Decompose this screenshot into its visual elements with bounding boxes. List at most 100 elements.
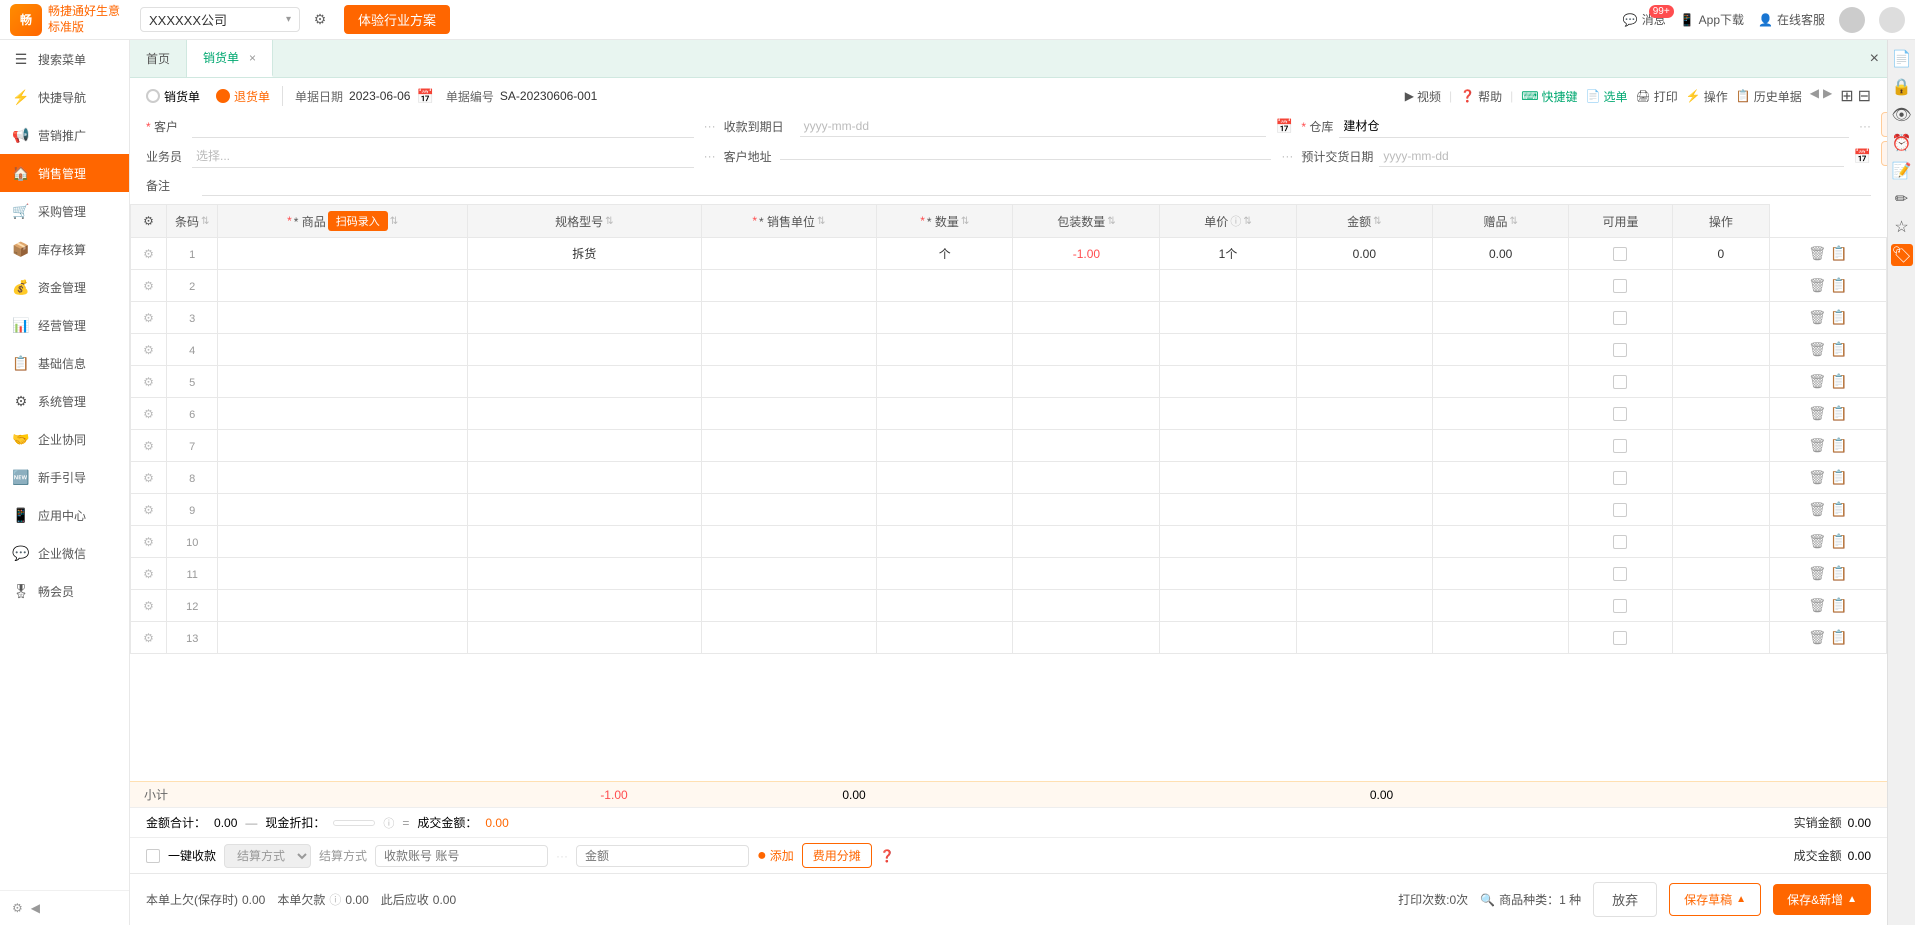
row-spec[interactable]	[701, 590, 876, 622]
row-gift[interactable]	[1569, 270, 1672, 302]
row-barcode[interactable]	[218, 590, 467, 622]
sidebar-item-enterprise[interactable]: 🤝 企业协同	[0, 420, 129, 458]
copy-row-icon[interactable]: 📋	[1830, 629, 1847, 646]
row-qty[interactable]: -1.00	[1013, 238, 1160, 270]
row-settings-icon[interactable]: ⚙	[143, 631, 154, 645]
delete-row-icon[interactable]: 🗑	[1808, 533, 1826, 550]
row-settings-icon[interactable]: ⚙	[143, 343, 154, 357]
row-unit[interactable]: 个	[877, 238, 1013, 270]
row-gift[interactable]	[1569, 590, 1672, 622]
gift-checkbox[interactable]	[1613, 535, 1627, 549]
row-spec[interactable]	[701, 398, 876, 430]
row-settings-icon[interactable]: ⚙	[143, 535, 154, 549]
row-gift[interactable]	[1569, 622, 1672, 654]
row-barcode[interactable]	[218, 494, 467, 526]
sidebar-item-operations[interactable]: 📊 经营管理	[0, 306, 129, 344]
sidebar-item-quick-nav[interactable]: ⚡ 快捷导航	[0, 78, 129, 116]
expense-split-btn[interactable]: 费用分摊	[802, 843, 872, 868]
side-panel-btn6[interactable]: ✏	[1891, 188, 1913, 210]
side-panel-btn5[interactable]: 📝	[1891, 160, 1913, 182]
row-unit-price[interactable]	[1296, 622, 1432, 654]
row-amount[interactable]	[1433, 366, 1569, 398]
payment-calendar-icon[interactable]: 📅	[1276, 118, 1293, 135]
row-unit[interactable]	[877, 430, 1013, 462]
delete-row-icon[interactable]: 🗑	[1808, 373, 1826, 390]
sort-spec-icon[interactable]: ⇅	[605, 216, 613, 227]
sidebar-item-basics[interactable]: 📋 基础信息	[0, 344, 129, 382]
row-pack-qty[interactable]	[1160, 270, 1296, 302]
gift-checkbox[interactable]	[1613, 311, 1627, 325]
info-price-icon[interactable]: ⓘ	[1230, 213, 1241, 229]
row-gift[interactable]	[1569, 526, 1672, 558]
gift-checkbox[interactable]	[1613, 567, 1627, 581]
customer-more-icon[interactable]: ···	[704, 119, 716, 133]
row-product[interactable]	[467, 366, 701, 398]
side-panel-btn3[interactable]: 👁	[1891, 104, 1913, 126]
sidebar-item-finance[interactable]: 💰 资金管理	[0, 268, 129, 306]
payment-date-input[interactable]: yyyy-mm-dd	[800, 116, 1266, 137]
settings-icon[interactable]: ⚙	[306, 6, 334, 34]
row-gift[interactable]	[1569, 366, 1672, 398]
row-spec[interactable]	[701, 334, 876, 366]
settings-button[interactable]: ⚙ ⚙ 设置	[1881, 112, 1887, 137]
row-gift[interactable]	[1569, 238, 1672, 270]
row-product[interactable]	[467, 398, 701, 430]
side-panel-btn1[interactable]: 📄	[1891, 48, 1913, 70]
gift-checkbox[interactable]	[1613, 599, 1627, 613]
company-selector[interactable]: XXXXXX公司 ▾	[140, 7, 300, 32]
copy-row-icon[interactable]: 📋	[1830, 245, 1847, 262]
row-spec[interactable]	[701, 238, 876, 270]
row-amount[interactable]	[1433, 526, 1569, 558]
save-draft-button[interactable]: 保存草稿 ▲	[1669, 883, 1761, 916]
row-amount[interactable]	[1433, 398, 1569, 430]
copy-row-icon[interactable]: 📋	[1830, 501, 1847, 518]
row-qty[interactable]	[1013, 558, 1160, 590]
customer-addr-input[interactable]	[780, 153, 1272, 160]
row-spec[interactable]	[701, 558, 876, 590]
row-spec[interactable]	[701, 366, 876, 398]
row-unit[interactable]	[877, 622, 1013, 654]
amount-input[interactable]	[576, 845, 749, 867]
gift-checkbox[interactable]	[1613, 343, 1627, 357]
row-spec[interactable]	[701, 302, 876, 334]
discount-info-icon[interactable]: ⓘ	[383, 815, 394, 831]
calendar-icon[interactable]: 📅	[416, 88, 433, 105]
discount-input[interactable]	[333, 820, 375, 826]
radio-sale[interactable]: 销货单	[146, 88, 200, 105]
gift-checkbox[interactable]	[1613, 407, 1627, 421]
row-product[interactable]	[467, 590, 701, 622]
row-unit[interactable]	[877, 334, 1013, 366]
row-unit[interactable]	[877, 462, 1013, 494]
row-product[interactable]	[467, 494, 701, 526]
row-barcode[interactable]	[218, 462, 467, 494]
row-barcode[interactable]	[218, 238, 467, 270]
row-product[interactable]	[467, 430, 701, 462]
gift-checkbox[interactable]	[1613, 375, 1627, 389]
sidebar-item-guide[interactable]: 🆕 新手引导	[0, 458, 129, 496]
row-amount[interactable]	[1433, 622, 1569, 654]
copy-row-icon[interactable]: 📋	[1830, 565, 1847, 582]
row-unit-price[interactable]: 0.00	[1296, 238, 1432, 270]
abandon-button[interactable]: 放弃	[1593, 882, 1657, 917]
close-window-icon[interactable]: ×	[1870, 50, 1879, 68]
row-pack-qty[interactable]	[1160, 558, 1296, 590]
row-spec[interactable]	[701, 494, 876, 526]
history-btn[interactable]: 📋 历史单据	[1736, 88, 1802, 105]
delete-row-icon[interactable]: 🗑	[1808, 597, 1826, 614]
row-unit-price[interactable]	[1296, 334, 1432, 366]
row-unit[interactable]	[877, 558, 1013, 590]
sort-price-icon[interactable]: ⇅	[1243, 216, 1251, 227]
logistics-button[interactable]: + 物流	[1881, 141, 1887, 166]
help-btn[interactable]: ❓ 帮助	[1460, 88, 1502, 105]
delivery-date-input[interactable]: yyyy-mm-dd	[1379, 146, 1843, 167]
sort-unit-icon[interactable]: ⇅	[817, 216, 825, 227]
row-qty[interactable]	[1013, 462, 1160, 494]
row-qty[interactable]	[1013, 366, 1160, 398]
side-panel-btn4[interactable]: ⏰	[1891, 132, 1913, 154]
delete-row-icon[interactable]: 🗑	[1808, 469, 1826, 486]
row-unit-price[interactable]	[1296, 494, 1432, 526]
gift-checkbox[interactable]	[1613, 439, 1627, 453]
row-unit-price[interactable]	[1296, 430, 1432, 462]
row-qty[interactable]	[1013, 270, 1160, 302]
sidebar-item-search[interactable]: ☰ 搜索菜单	[0, 40, 129, 78]
